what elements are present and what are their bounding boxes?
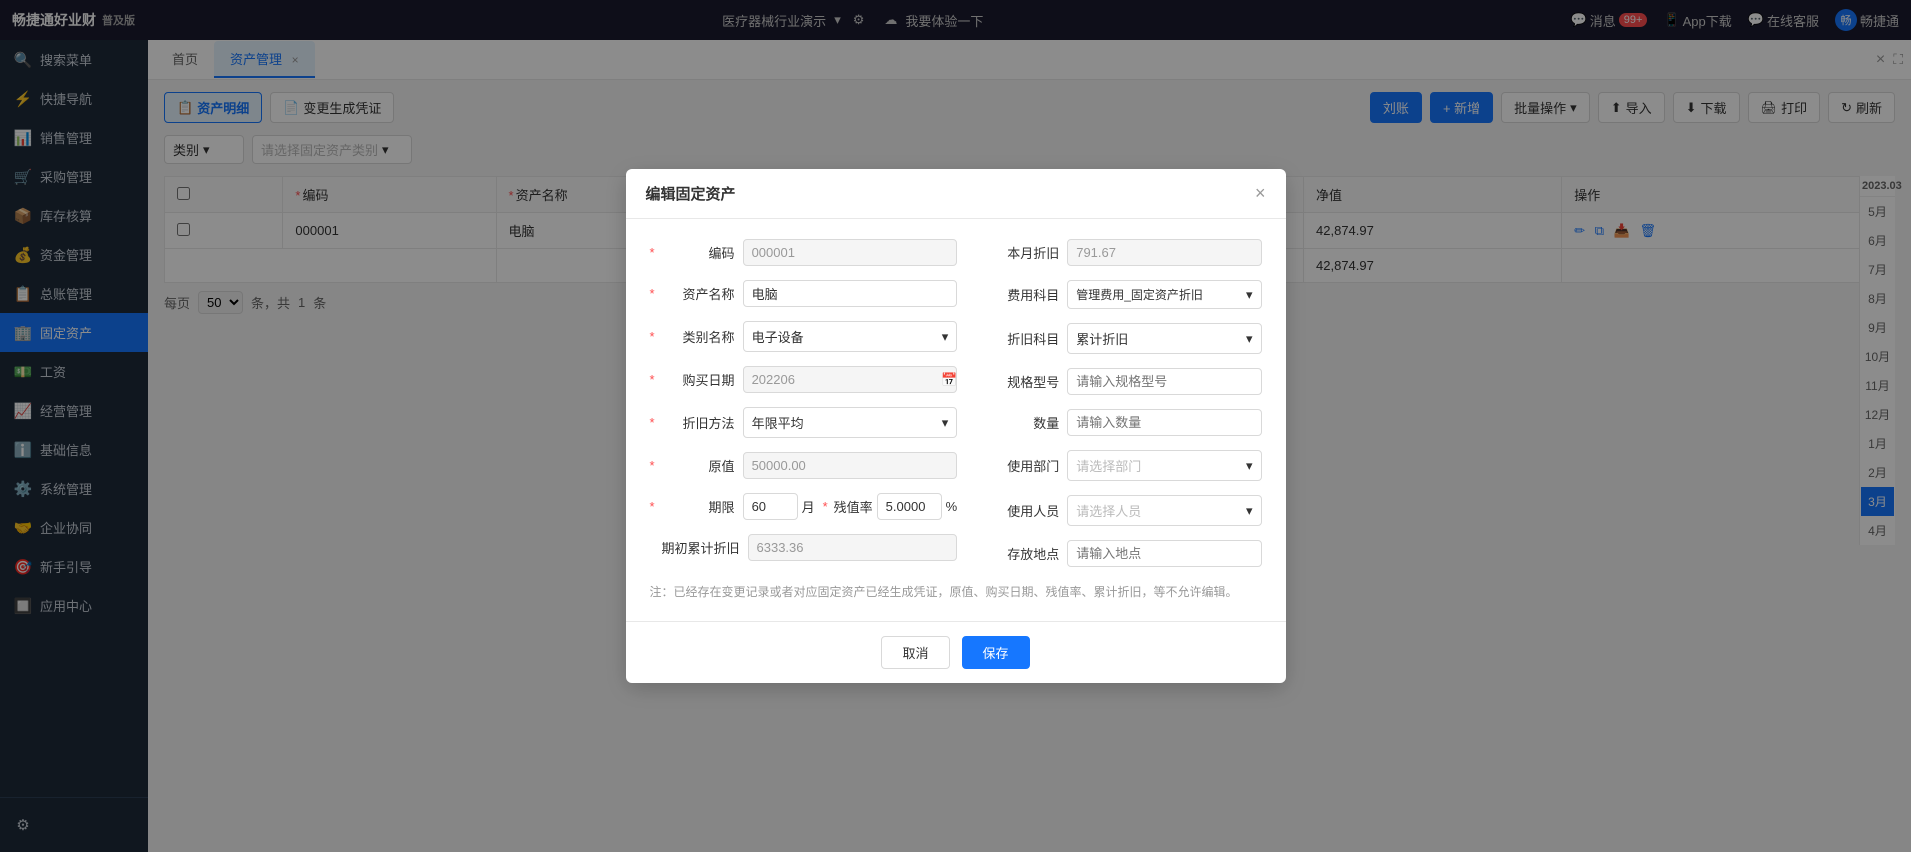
expense-acc-label: 费用科目	[989, 285, 1059, 304]
staff-select[interactable]: 请选择人员 ▾	[1067, 495, 1261, 526]
location-label: 存放地点	[989, 544, 1059, 563]
form-row-quantity: 数量	[989, 409, 1261, 436]
original-value-label: 原值	[665, 456, 735, 475]
modal-footer: 取消 保存	[626, 621, 1286, 683]
dep-acc-select[interactable]: 累计折旧 ▾	[1067, 323, 1261, 354]
form-row-category: * 类别名称 电子设备 ▾	[650, 321, 958, 352]
modal-title: 编辑固定资产	[646, 183, 736, 204]
period-label: 期限	[665, 497, 735, 516]
modal-right-col: 本月折旧 费用科目 管理费用_固定资产折旧 ▾ 折旧科目 累计折旧	[989, 239, 1261, 567]
quantity-input[interactable]	[1067, 409, 1261, 436]
dep-acc-label: 折旧科目	[989, 329, 1059, 348]
form-row-original-value: * 原值	[650, 452, 958, 479]
modal-close-btn[interactable]: ×	[1255, 183, 1266, 204]
name-label: 资产名称	[665, 284, 735, 303]
edit-asset-modal: 编辑固定资产 × * 编码 * 资产名称 *	[626, 169, 1286, 683]
calendar-icon[interactable]: 📅	[941, 372, 957, 388]
quantity-label: 数量	[989, 413, 1059, 432]
category-select[interactable]: 电子设备 ▾	[743, 321, 958, 352]
spec-input[interactable]	[1067, 368, 1261, 395]
form-row-initial-accumulated: 期初累计折旧	[650, 534, 958, 561]
staff-dropdown-icon: ▾	[1246, 503, 1253, 519]
modal-body: * 编码 * 资产名称 * 类别名称 电子设备 ▾	[626, 219, 1286, 621]
form-row-dep-method: * 折旧方法 年限平均 ▾	[650, 407, 958, 438]
modal-left-col: * 编码 * 资产名称 * 类别名称 电子设备 ▾	[650, 239, 958, 567]
residual-rate-label: 残值率	[834, 497, 873, 516]
period-unit: 月	[802, 497, 815, 516]
department-select[interactable]: 请选择部门 ▾	[1067, 450, 1261, 481]
form-row-department: 使用部门 请选择部门 ▾	[989, 450, 1261, 481]
dept-dropdown-icon: ▾	[1246, 458, 1253, 474]
expense-acc-dropdown-icon: ▾	[1246, 287, 1253, 303]
form-row-purchase-date: * 购买日期 📅	[650, 366, 958, 393]
modal-note: 注：已经存在变更记录或者对应固定资产已经生成凭证，原值、购买日期、残值率、累计折…	[650, 583, 1262, 601]
name-input[interactable]	[743, 280, 958, 307]
department-label: 使用部门	[989, 456, 1059, 475]
form-row-period: * 期限 月 * 残值率 %	[650, 493, 958, 520]
form-row-spec: 规格型号	[989, 368, 1261, 395]
modal-overlay: 编辑固定资产 × * 编码 * 资产名称 *	[0, 0, 1911, 852]
purchase-date-input[interactable]	[743, 366, 957, 393]
expense-acc-select[interactable]: 管理费用_固定资产折旧 ▾	[1067, 280, 1261, 309]
initial-acc-label: 期初累计折旧	[650, 538, 740, 557]
form-row-location: 存放地点	[989, 540, 1261, 567]
form-row-name: * 资产名称	[650, 280, 958, 307]
code-input[interactable]	[743, 239, 958, 266]
dep-method-dropdown-icon: ▾	[942, 415, 949, 431]
dep-method-label: 折旧方法	[665, 413, 735, 432]
category-label: 类别名称	[665, 327, 735, 346]
residual-rate-unit: %	[946, 499, 958, 514]
spec-label: 规格型号	[989, 372, 1059, 391]
save-button[interactable]: 保存	[962, 636, 1030, 669]
form-row-monthly-dep: 本月折旧	[989, 239, 1261, 266]
period-input[interactable]	[743, 493, 798, 520]
code-label: 编码	[665, 243, 735, 262]
staff-label: 使用人员	[989, 501, 1059, 520]
location-input[interactable]	[1067, 540, 1261, 567]
purchase-date-label: 购买日期	[665, 370, 735, 389]
residual-rate-input[interactable]	[877, 493, 942, 520]
monthly-dep-label: 本月折旧	[989, 243, 1059, 262]
form-row-code: * 编码	[650, 239, 958, 266]
form-row-dep-account: 折旧科目 累计折旧 ▾	[989, 323, 1261, 354]
cancel-button[interactable]: 取消	[881, 636, 949, 669]
form-row-expense-account: 费用科目 管理费用_固定资产折旧 ▾	[989, 280, 1261, 309]
period-residual-fields: 月 * 残值率 %	[743, 493, 958, 520]
category-dropdown-icon: ▾	[942, 329, 949, 345]
monthly-dep-input	[1067, 239, 1261, 266]
modal-header: 编辑固定资产 ×	[626, 169, 1286, 219]
dep-method-select[interactable]: 年限平均 ▾	[743, 407, 958, 438]
form-row-staff: 使用人员 请选择人员 ▾	[989, 495, 1261, 526]
original-value-input[interactable]	[743, 452, 958, 479]
initial-acc-input[interactable]	[748, 534, 958, 561]
dep-acc-dropdown-icon: ▾	[1246, 331, 1253, 347]
